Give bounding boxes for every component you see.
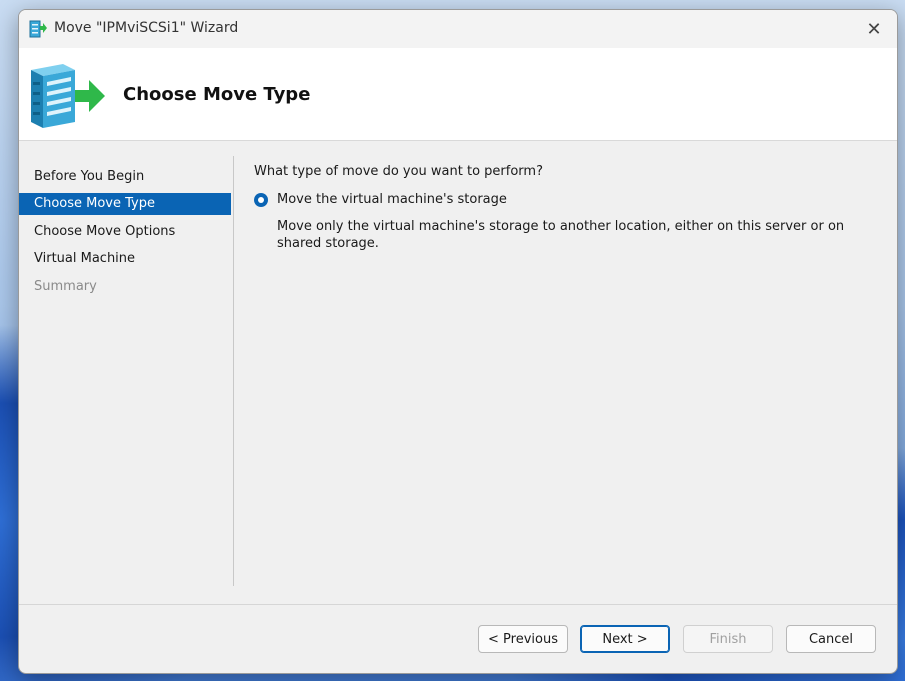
previous-button[interactable]: < Previous [478, 625, 568, 653]
wizard-app-icon [29, 20, 47, 38]
next-button[interactable]: Next > [580, 625, 670, 653]
nav-item-virtual-machine[interactable]: Virtual Machine [19, 248, 231, 270]
radio-selected-icon[interactable] [254, 192, 268, 207]
move-storage-label[interactable]: Move the virtual machine's storage [277, 192, 507, 207]
nav-divider [233, 156, 234, 586]
nav-item-choose-move-options[interactable]: Choose Move Options [19, 221, 231, 243]
close-icon: ✕ [866, 18, 882, 40]
title-bar: Move "IPMviSCSi1" Wizard ✕ [19, 10, 897, 48]
move-storage-option[interactable]: Move the virtual machine's storage [254, 192, 507, 207]
window-title: Move "IPMviSCSi1" Wizard [54, 20, 239, 36]
wizard-window: Move "IPMviSCSi1" Wizard ✕ Choose Move T… [18, 9, 898, 674]
server-move-icon [31, 64, 105, 128]
nav-item-before-you-begin[interactable]: Before You Begin [19, 166, 231, 188]
page-title: Choose Move Type [123, 84, 311, 105]
option-description: Move only the virtual machine's storage … [277, 219, 845, 251]
wizard-header: Choose Move Type [19, 48, 897, 141]
wizard-steps-nav: Before You Begin Choose Move Type Choose… [19, 156, 233, 586]
nav-item-choose-move-type[interactable]: Choose Move Type [19, 193, 231, 215]
cancel-button[interactable]: Cancel [786, 625, 876, 653]
nav-item-summary: Summary [34, 279, 97, 294]
footer-divider [19, 604, 897, 605]
finish-button: Finish [683, 625, 773, 653]
close-button[interactable]: ✕ [851, 10, 897, 48]
question-label: What type of move do you want to perform… [254, 164, 543, 179]
